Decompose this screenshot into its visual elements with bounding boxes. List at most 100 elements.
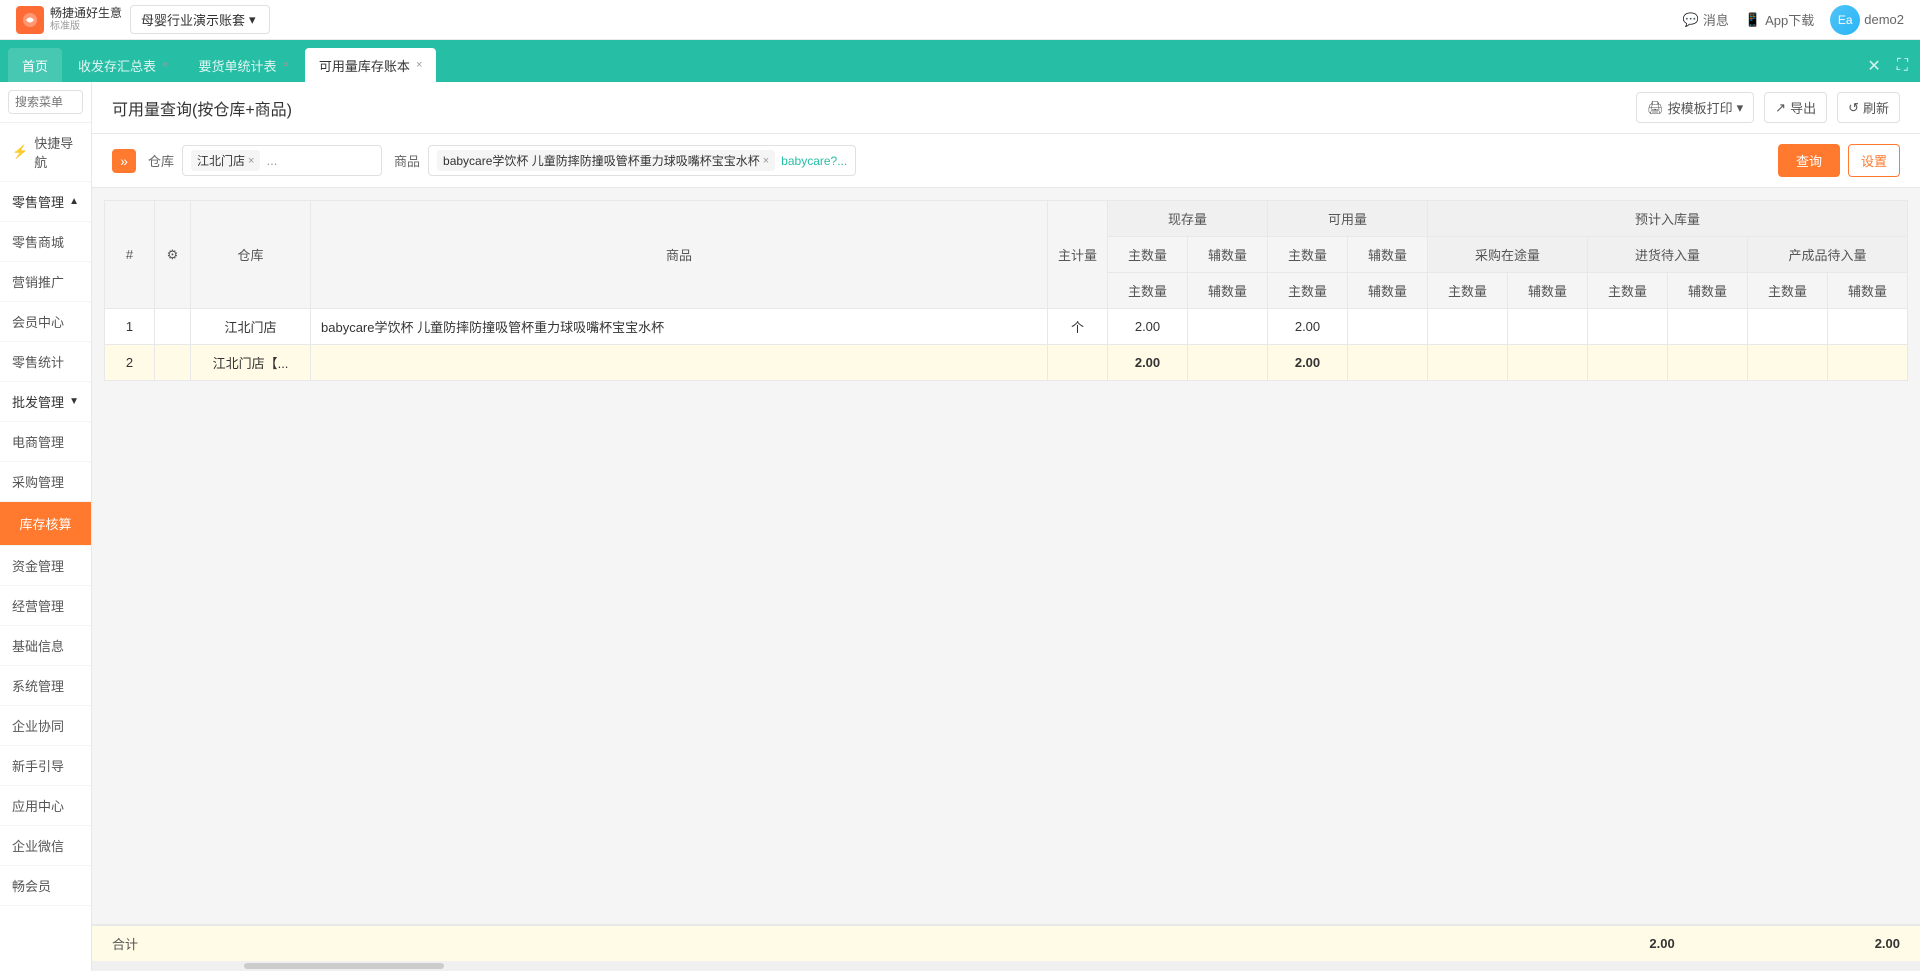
th-no: # [105, 201, 155, 309]
download-icon: 📱 [1745, 12, 1761, 28]
sidebar-item-retail-stats[interactable]: 零售统计 [0, 342, 91, 382]
filter-expand-button[interactable]: » [112, 149, 136, 173]
app-download-action[interactable]: 📱 App下载 [1745, 10, 1814, 29]
template-print-button[interactable]: 🖨 按模板打印 ▾ [1636, 92, 1754, 123]
th-stock-aux-qty: 辅数量 [1188, 237, 1268, 273]
th-production-main-qty: 主数量 [1748, 273, 1828, 309]
sidebar-item-enterprise-wechat[interactable]: 企业微信 [0, 826, 91, 866]
th-inbound-main-qty: 主数量 [1588, 273, 1668, 309]
top-header: 畅捷通好生意 标准版 母婴行业演示账套 ▾ 💬 消息 📱 App下载 Ea de… [0, 0, 1920, 40]
message-action[interactable]: 💬 消息 [1683, 10, 1729, 29]
tab-available-stock[interactable]: 可用量库存账本 × [305, 48, 436, 82]
tab-order-stat-close[interactable]: × [282, 59, 288, 71]
sidebar-item-ecommerce[interactable]: 电商管理 [0, 422, 91, 462]
page-actions: 🖨 按模板打印 ▾ ↗ 导出 ↺ 刷新 [1636, 92, 1900, 123]
sidebar-item-wholesale-mgmt[interactable]: 批发管理 ▼ [0, 382, 91, 422]
warehouse-label: 仓库 [148, 151, 174, 170]
warehouse-filter-dots[interactable]: ... [266, 153, 277, 168]
row1-settings[interactable] [155, 309, 191, 345]
horizontal-scrollbar[interactable] [92, 961, 1920, 971]
warehouse-tag-input[interactable]: 江北门店 × ... [182, 145, 382, 176]
sidebar-item-enterprise-collab[interactable]: 企业协同 [0, 706, 91, 746]
row1-inbound-aux [1668, 309, 1748, 345]
row2-purchase-main [1428, 345, 1508, 381]
account-selector[interactable]: 母婴行业演示账套 ▾ [130, 5, 270, 34]
th-settings[interactable]: ⚙ [155, 201, 191, 309]
chevron-down-icon-2: ▾ [1737, 100, 1744, 116]
row2-settings[interactable] [155, 345, 191, 381]
content-area: 可用量查询(按仓库+商品) 🖨 按模板打印 ▾ ↗ 导出 ↺ 刷新 » [92, 82, 1920, 971]
query-button[interactable]: 查询 [1778, 144, 1840, 177]
sidebar-item-quick-nav[interactable]: ⚡ 快捷导航 [0, 123, 91, 182]
th-product: 商品 [311, 201, 1048, 309]
maximize-tab[interactable]: ⛶ [1893, 55, 1912, 77]
sidebar-item-marketing[interactable]: 营销推广 [0, 262, 91, 302]
tab-receive-pay[interactable]: 收发存汇总表 × [64, 48, 182, 82]
logo-area: 畅捷通好生意 标准版 [16, 6, 122, 34]
row1-no: 1 [105, 309, 155, 345]
tab-available-stock-label: 可用量库存账本 [319, 56, 410, 75]
sidebar-item-member-center[interactable]: 会员中心 [0, 302, 91, 342]
sidebar-search-area [0, 82, 91, 123]
th-available-group: 可用量 [1268, 201, 1428, 237]
th-purchase-aux-qty: 辅数量 [1508, 273, 1588, 309]
close-all-tabs[interactable]: ✕ [1863, 54, 1884, 78]
sidebar-item-new-guide[interactable]: 新手引导 [0, 746, 91, 786]
table-row: 1 江北门店 babycare学饮杯 儿童防摔防撞吸管杯重力球吸嘴杯宝宝水杯 个… [105, 309, 1908, 345]
sidebar-item-inventory[interactable]: 库存核算 [0, 502, 91, 546]
sidebar-item-basic-info[interactable]: 基础信息 [0, 626, 91, 666]
tab-receive-pay-close[interactable]: × [162, 59, 168, 71]
row2-product [311, 345, 1048, 381]
refresh-button[interactable]: ↺ 刷新 [1837, 92, 1900, 123]
th-production-aux-qty: 辅数量 [1828, 273, 1908, 309]
warehouse-tag-1-remove[interactable]: × [248, 155, 254, 167]
sidebar-item-finance[interactable]: 资金管理 [0, 546, 91, 586]
product-filter-field: 商品 babycare学饮杯 儿童防摔防撞吸管杯重力球吸嘴杯宝宝水杯 × bab… [394, 145, 856, 176]
th-main-unit: 主计量 [1047, 201, 1107, 309]
tab-home[interactable]: 首页 [8, 48, 62, 82]
tab-receive-pay-label: 收发存汇总表 [78, 56, 156, 75]
tab-order-stat-label: 要货单统计表 [198, 56, 276, 75]
row1-stock-aux [1188, 309, 1268, 345]
tab-order-stat[interactable]: 要货单统计表 × [184, 48, 302, 82]
export-button[interactable]: ↗ 导出 [1764, 92, 1827, 123]
row2-unit [1047, 345, 1107, 381]
tab-home-label: 首页 [22, 56, 48, 75]
product-tag-1-remove[interactable]: × [763, 155, 769, 167]
product-tag-input[interactable]: babycare学饮杯 儿童防摔防撞吸管杯重力球吸嘴杯宝宝水杯 × babyca… [428, 145, 856, 176]
row1-purchase-aux [1508, 309, 1588, 345]
sidebar-item-app-center[interactable]: 应用中心 [0, 786, 91, 826]
main-layout: ⚡ 快捷导航 零售管理 ▲ 零售商城 营销推广 会员中心 零售统计 批发管理 ▼… [0, 82, 1920, 971]
setting-button[interactable]: 设置 [1848, 144, 1900, 177]
page-title: 可用量查询(按仓库+商品) [112, 96, 292, 120]
sidebar-item-operations[interactable]: 经营管理 [0, 586, 91, 626]
row2-no: 2 [105, 345, 155, 381]
th-production-group: 产成品待入量 [1748, 237, 1908, 273]
row2-production-aux [1828, 345, 1908, 381]
table-footer: 合计 2.00 2.00 [92, 924, 1920, 961]
row2-inbound-main [1588, 345, 1668, 381]
sidebar-item-retail-mgmt[interactable]: 零售管理 ▲ [0, 182, 91, 222]
total-stock-main: 2.00 [1649, 936, 1674, 951]
tab-available-stock-close[interactable]: × [416, 59, 422, 71]
printer-icon: 🖨 [1647, 100, 1664, 116]
sidebar-item-member[interactable]: 畅会员 [0, 866, 91, 906]
product-more-label[interactable]: babycare?... [781, 154, 847, 168]
sidebar-item-purchase-mgmt[interactable]: 采购管理 [0, 462, 91, 502]
table-area: # ⚙ 仓库 商品 主计量 现存量 可用量 预计入库量 主数量 辅数量 主数量 … [92, 188, 1920, 924]
row2-production-main [1748, 345, 1828, 381]
table-row: 2 江北门店【... 2.00 2.00 [105, 345, 1908, 381]
quick-nav-icon: ⚡ [12, 144, 28, 160]
total-available-main: 2.00 [1875, 936, 1900, 951]
scrollbar-thumb[interactable] [244, 963, 444, 969]
data-table: # ⚙ 仓库 商品 主计量 现存量 可用量 预计入库量 主数量 辅数量 主数量 … [104, 200, 1908, 381]
sidebar-item-retail-mall[interactable]: 零售商城 [0, 222, 91, 262]
user-profile[interactable]: Ea demo2 [1830, 5, 1904, 35]
sidebar-item-system-mgmt[interactable]: 系统管理 [0, 666, 91, 706]
row1-warehouse: 江北门店 [191, 309, 311, 345]
search-input[interactable] [8, 90, 83, 114]
th-purchase-group: 采购在途量 [1428, 237, 1588, 273]
row1-stock-main: 2.00 [1108, 309, 1188, 345]
th-stock-aux-qty-2: 辅数量 [1188, 273, 1268, 309]
filter-actions: 查询 设置 [1778, 144, 1900, 177]
